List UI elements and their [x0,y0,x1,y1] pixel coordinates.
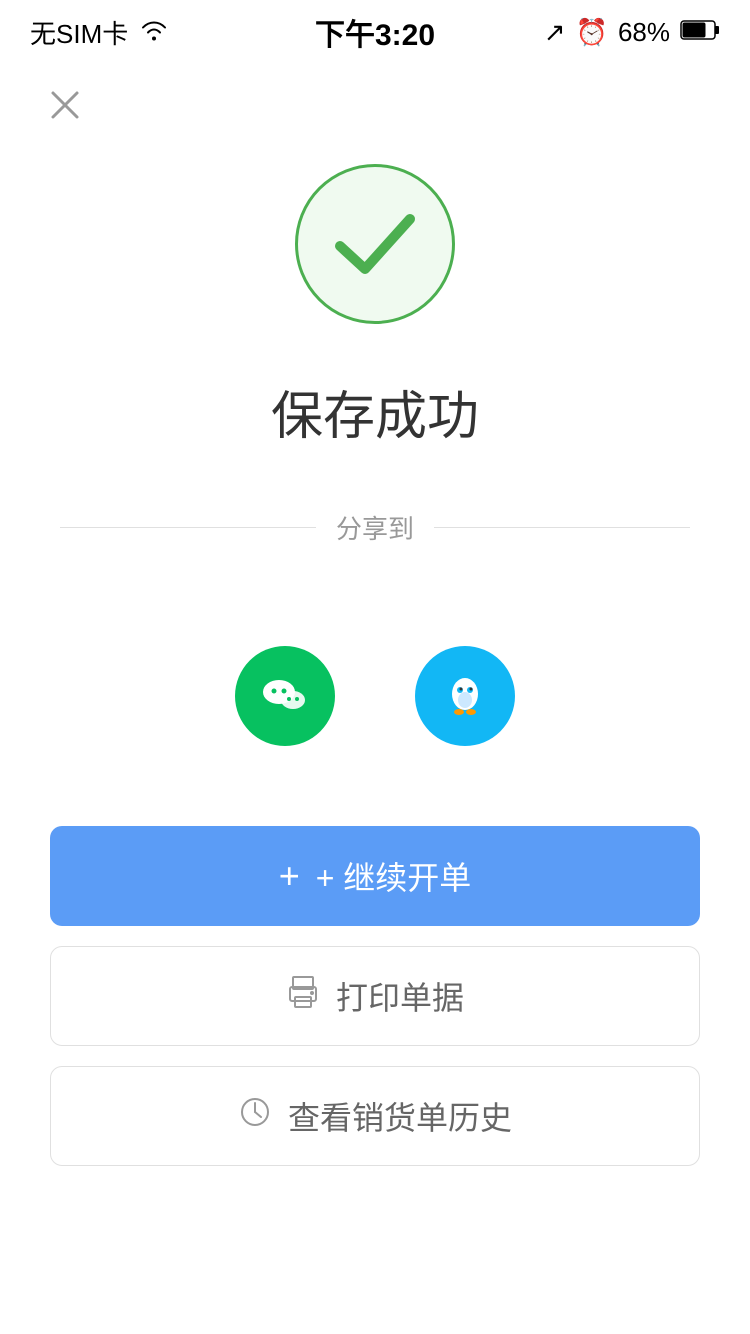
print-button[interactable]: 打印单据 [50,946,700,1046]
share-section: 分享到 [0,509,750,546]
printer-icon [286,975,320,1017]
status-right: ↗ ⏰ 68% [544,17,720,48]
close-button[interactable] [40,80,90,130]
share-divider: 分享到 [0,509,750,546]
history-label: 查看销货单历史 [288,1093,512,1139]
buttons-container: + + 继续开单 打印单据 [0,826,750,1166]
battery-text: 68% [618,17,670,48]
wechat-share-button[interactable] [235,646,335,746]
success-title: 保存成功 [271,374,479,449]
status-left: 无SIM卡 [30,14,168,51]
status-bar: 无SIM卡 下午3:20 ↗ ⏰ 68% [0,0,750,64]
wifi-icon [140,17,168,48]
continue-label: + 继续开单 [316,853,472,899]
continue-button[interactable]: + + 继续开单 [50,826,700,926]
battery-icon [680,17,720,48]
share-icons-row [235,646,515,746]
location-icon: ↗ [544,17,566,48]
main-content: 保存成功 分享到 [0,64,750,1166]
clock-icon [238,1095,272,1137]
status-time: 下午3:20 [315,10,435,54]
print-label: 打印单据 [336,973,464,1019]
carrier-text: 无SIM卡 [30,14,128,51]
plus-icon: + [279,855,300,897]
history-button[interactable]: 查看销货单历史 [50,1066,700,1166]
share-label: 分享到 [316,509,434,546]
qq-share-button[interactable] [415,646,515,746]
success-icon-circle [295,164,455,324]
alarm-icon: ⏰ [576,17,608,48]
